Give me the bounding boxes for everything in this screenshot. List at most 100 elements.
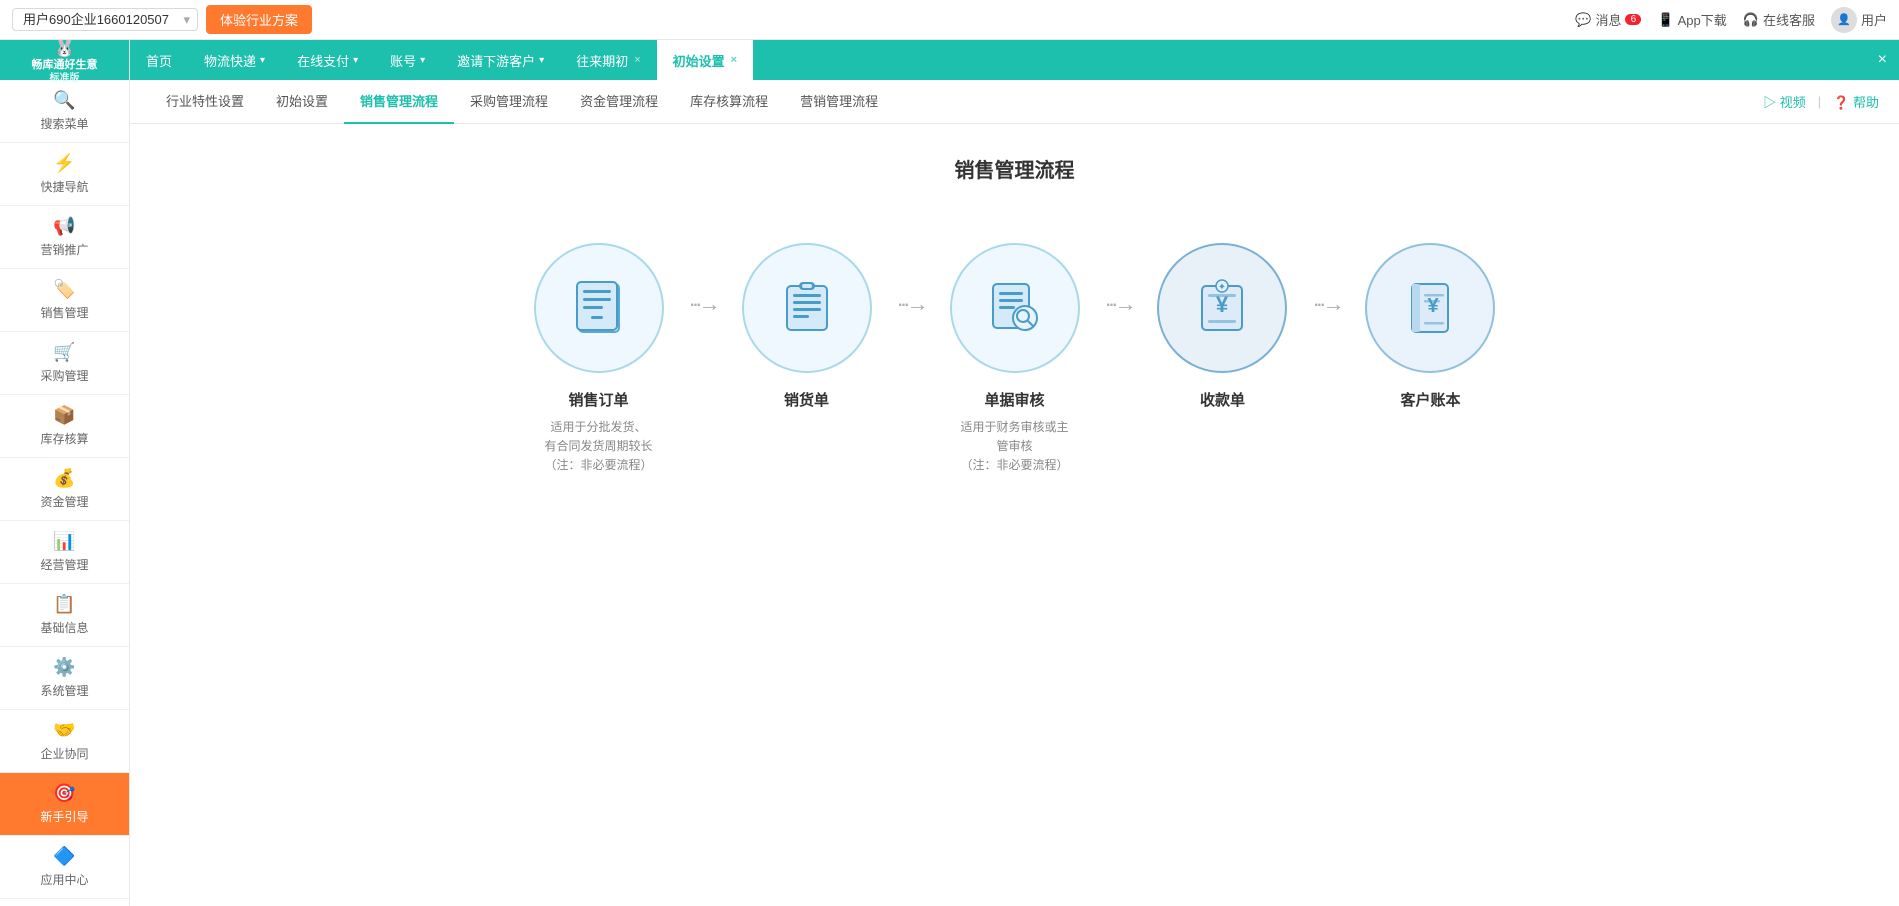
divider: |	[1818, 94, 1821, 109]
user-menu[interactable]: 👤 用户	[1831, 7, 1887, 33]
close-all-tabs[interactable]: ×	[1866, 51, 1899, 69]
sidebar-label-sales: 销售管理	[40, 304, 88, 321]
tab-payment[interactable]: 在线支付 ▾	[281, 40, 374, 80]
flow-step-sales-order[interactable]: 销售订单 适用于分批发货、 有合同发货周期较长 （注：非必要流程）	[509, 243, 689, 476]
tab-period-init[interactable]: 往来期初 ×	[560, 40, 656, 80]
invoice-icon	[777, 278, 837, 338]
content-area: 销售管理流程 销售订单	[130, 124, 1899, 506]
sidebar-item-guide[interactable]: 🎯 新手引导	[0, 773, 129, 836]
messages-label: 消息	[1595, 10, 1621, 29]
online-service-button[interactable]: 🎧 在线客服	[1743, 10, 1815, 29]
tab-home-label: 首页	[146, 51, 172, 70]
messages-button[interactable]: 💬 消息 6	[1575, 10, 1641, 29]
tab-account[interactable]: 账号 ▾	[374, 40, 441, 80]
sales-order-icon	[569, 278, 629, 338]
sidebar-label-system: 系统管理	[40, 682, 88, 699]
user-select[interactable]: 用户690企业1660120507	[12, 8, 198, 31]
sidebar-label-apps: 应用中心	[40, 871, 88, 888]
sidebar-item-sales[interactable]: 🏷️ 销售管理	[0, 269, 129, 332]
sidebar-item-basic-info[interactable]: 📋 基础信息	[0, 584, 129, 647]
tab-logistics[interactable]: 物流快递 ▾	[188, 40, 281, 80]
tab-period-init-close[interactable]: ×	[634, 54, 640, 66]
subtab-inventory-flow[interactable]: 库存核算流程	[674, 80, 784, 124]
sidebar-label-operation: 经营管理	[40, 556, 88, 573]
sidebar-label-guide: 新手引导	[40, 808, 88, 825]
tab-home[interactable]: 首页	[130, 40, 188, 80]
sidebar-item-marketing[interactable]: 📢 营销推广	[0, 206, 129, 269]
sidebar-label-quick-nav: 快捷导航	[40, 178, 88, 195]
audit-icon	[985, 278, 1045, 338]
guide-icon: 🎯	[53, 783, 75, 804]
logo-line1: 畅库通好生意	[32, 59, 98, 72]
tab-logistics-arrow: ▾	[260, 55, 265, 66]
sidebar-item-purchase[interactable]: 🛒 采购管理	[0, 332, 129, 395]
sidebar-label-marketing: 营销推广	[40, 241, 88, 258]
help-icon: ❓	[1833, 95, 1849, 110]
flow-circle-sales-order	[534, 243, 664, 373]
sidebar-item-system[interactable]: ⚙️ 系统管理	[0, 647, 129, 710]
account-book-icon: ¥	[1400, 278, 1460, 338]
search-icon: 🔍	[53, 90, 75, 111]
apps-icon: 🔷	[53, 846, 75, 867]
sidebar-item-inventory[interactable]: 📦 库存核算	[0, 395, 129, 458]
download-icon: 📱	[1657, 12, 1673, 28]
step-title-sales-order: 销售订单	[569, 389, 629, 410]
subtab-finance-flow[interactable]: 资金管理流程	[564, 80, 674, 124]
sidebar-item-operation[interactable]: 📊 经营管理	[0, 521, 129, 584]
sidebar-label-search: 搜索菜单	[40, 115, 88, 132]
tab-invite-arrow: ▾	[539, 55, 544, 66]
flow-arrow-2: ···→	[897, 243, 925, 317]
logo-icon: 🐰	[52, 40, 77, 59]
flow-circle-receipt: ¥ ✦	[1157, 243, 1287, 373]
top-bar-left: 用户690企业1660120507 体验行业方案	[12, 5, 312, 34]
sub-tabs-right: ▷ 视频 | ❓ 帮助	[1763, 92, 1879, 111]
user-label: 用户	[1861, 10, 1887, 29]
subtab-initial[interactable]: 初始设置	[260, 80, 344, 124]
avatar: 👤	[1831, 7, 1857, 33]
flow-step-account[interactable]: ¥ 客户账本	[1340, 243, 1520, 418]
sidebar-item-search[interactable]: 🔍 搜索菜单	[0, 80, 129, 143]
sidebar-item-apps[interactable]: 🔷 应用中心	[0, 836, 129, 899]
flow-step-invoice[interactable]: 销货单	[717, 243, 897, 418]
subtab-purchase-flow[interactable]: 采购管理流程	[454, 80, 564, 124]
user-select-wrap[interactable]: 用户690企业1660120507	[12, 8, 198, 31]
app-download-button[interactable]: 📱 App下载	[1657, 10, 1726, 29]
sidebar-label-inventory: 库存核算	[40, 430, 88, 447]
content-title: 销售管理流程	[170, 154, 1859, 183]
system-icon: ⚙️	[53, 657, 75, 678]
video-link[interactable]: ▷ 视频	[1763, 92, 1806, 111]
trial-button[interactable]: 体验行业方案	[206, 5, 312, 34]
video-icon: ▷	[1763, 95, 1776, 110]
flow-arrow-3: ···→	[1105, 243, 1133, 317]
flow-arrow-1: ···→	[689, 243, 717, 317]
tab-account-arrow: ▾	[420, 55, 425, 66]
receipt-icon: ¥ ✦	[1192, 278, 1252, 338]
nav-tabs: 首页 物流快递 ▾ 在线支付 ▾ 账号 ▾ 邀请下游客户 ▾ 往来期初 × 初始…	[130, 40, 1899, 80]
help-link[interactable]: ❓ 帮助	[1833, 92, 1879, 111]
tab-payment-label: 在线支付	[297, 51, 349, 70]
step-title-receipt: 收款单	[1200, 389, 1245, 410]
tab-invite[interactable]: 邀请下游客户 ▾	[441, 40, 560, 80]
tab-initial-setup[interactable]: 初始设置 ×	[657, 40, 753, 80]
sidebar-item-quick-nav[interactable]: ⚡ 快捷导航	[0, 143, 129, 206]
flow-arrow-4: ···→	[1312, 243, 1340, 317]
sidebar-item-wechat[interactable]: 💬 企业微信	[0, 899, 129, 906]
flow-step-audit[interactable]: 单据审核 适用于财务审核或主 管审核 （注：非必要流程）	[925, 243, 1105, 476]
step-title-invoice: 销货单	[784, 389, 829, 410]
sidebar-item-enterprise[interactable]: 🤝 企业协同	[0, 710, 129, 773]
tab-account-label: 账号	[390, 51, 416, 70]
tab-invite-label: 邀请下游客户	[457, 51, 535, 70]
purchase-icon: 🛒	[53, 342, 75, 363]
sidebar-item-finance[interactable]: 💰 资金管理	[0, 458, 129, 521]
top-bar-right: 💬 消息 6 📱 App下载 🎧 在线客服 👤 用户	[1575, 7, 1887, 33]
marketing-icon: 📢	[53, 216, 75, 237]
flow-step-receipt[interactable]: ¥ ✦ 收款单	[1132, 243, 1312, 418]
sidebar-logo: 🐰 畅库通好生意 标准版	[0, 40, 129, 80]
online-service-label: 在线客服	[1763, 10, 1815, 29]
step-desc-sales-order: 适用于分批发货、 有合同发货周期较长 （注：非必要流程）	[545, 418, 653, 476]
tab-initial-setup-close[interactable]: ×	[731, 54, 737, 66]
subtab-sales-flow[interactable]: 销售管理流程	[344, 80, 454, 124]
subtab-marketing-flow[interactable]: 营销管理流程	[784, 80, 894, 124]
sidebar-label-purchase: 采购管理	[40, 367, 88, 384]
subtab-industry[interactable]: 行业特性设置	[150, 80, 260, 124]
